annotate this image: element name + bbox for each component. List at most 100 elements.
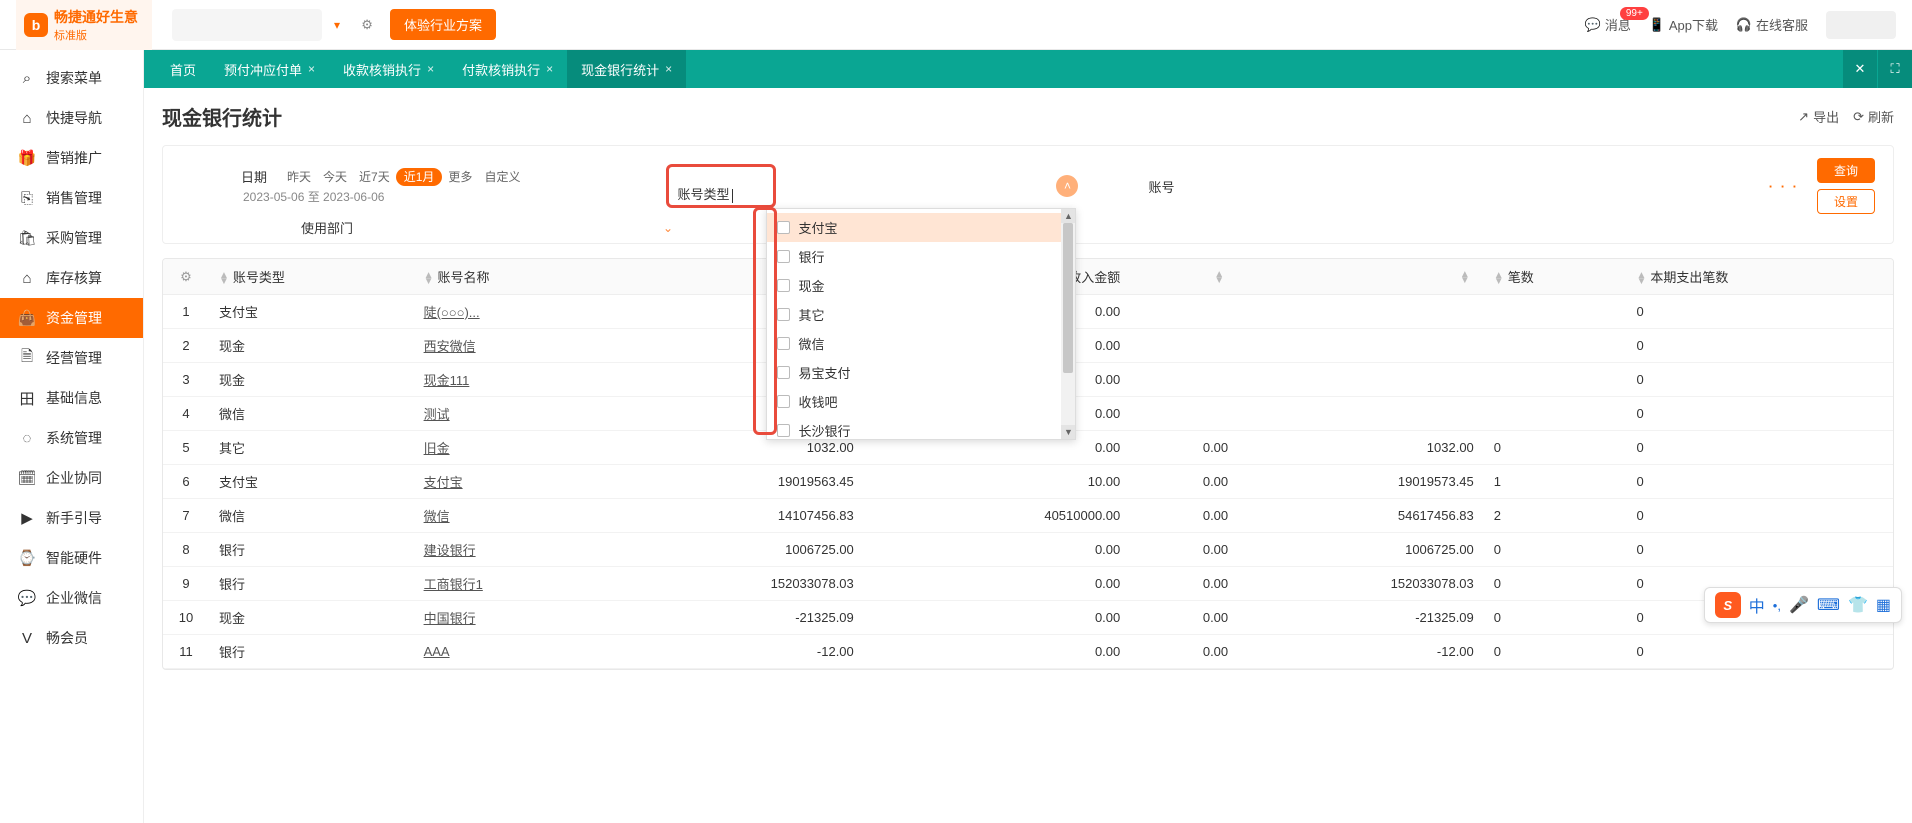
sidebar-item[interactable]: 🛍采购管理 xyxy=(0,218,143,258)
sort-icon[interactable]: ▲▼ xyxy=(1460,272,1470,284)
scroll-thumb[interactable] xyxy=(1063,223,1073,373)
date-chip[interactable]: 更多 xyxy=(442,168,478,186)
checkbox-icon[interactable] xyxy=(777,308,790,321)
cell-account-name[interactable]: 测试 xyxy=(414,397,619,431)
sidebar-item[interactable]: V畅会员 xyxy=(0,618,143,658)
tab[interactable]: 预付冲应付单× xyxy=(210,50,329,88)
dropdown-option[interactable]: 易宝支付 xyxy=(767,358,1061,387)
tab-close-all-button[interactable]: ✕ xyxy=(1843,50,1877,88)
date-chip[interactable]: 近7天 xyxy=(353,168,396,186)
sort-icon[interactable]: ▲▼ xyxy=(219,273,229,285)
sidebar-item[interactable]: 🎁营销推广 xyxy=(0,138,143,178)
checkbox-icon[interactable] xyxy=(777,279,790,292)
checkbox-icon[interactable] xyxy=(777,250,790,263)
app-download-link[interactable]: 📱 App下载 xyxy=(1649,15,1718,34)
cell-account-name[interactable]: 建设银行 xyxy=(414,533,619,567)
checkbox-icon[interactable] xyxy=(777,221,790,234)
cell-account-name[interactable]: 旧金 xyxy=(414,431,619,465)
online-service-link[interactable]: 🎧 在线客服 xyxy=(1736,15,1808,34)
ime-toolbox-icon[interactable]: ▦ xyxy=(1876,595,1891,615)
ime-mic-icon[interactable]: 🎤 xyxy=(1789,595,1809,615)
cell-account-name[interactable]: 支付宝 xyxy=(414,465,619,499)
scroll-up-icon[interactable]: ▲ xyxy=(1061,209,1075,223)
cell-account-name[interactable]: 陡(○○○)... xyxy=(414,295,619,329)
dropdown-option[interactable]: 其它 xyxy=(767,300,1061,329)
sidebar-item[interactable]: ⎘销售管理 xyxy=(0,178,143,218)
refresh-button[interactable]: ⟳ 刷新 xyxy=(1853,107,1894,126)
sidebar-item[interactable]: ⌂库存核算 xyxy=(0,258,143,298)
sidebar-item[interactable]: 👜资金管理 xyxy=(0,298,143,338)
column-header[interactable]: ▲▼账号类型 xyxy=(209,259,414,295)
ime-skin-icon[interactable]: 👕 xyxy=(1848,595,1868,615)
ime-lang-label[interactable]: 中 xyxy=(1749,593,1765,617)
dropdown-option[interactable]: 银行 xyxy=(767,242,1061,271)
export-button[interactable]: ↗ 导出 xyxy=(1798,107,1839,126)
sidebar-item[interactable]: ⌚智能硬件 xyxy=(0,538,143,578)
sort-icon[interactable]: ▲▼ xyxy=(424,273,434,285)
ime-keyboard-icon[interactable]: ⌨ xyxy=(1817,595,1840,615)
date-chip[interactable]: 今天 xyxy=(317,168,353,186)
sort-icon[interactable]: ▲▼ xyxy=(1494,273,1504,285)
dropdown-option[interactable]: 微信 xyxy=(767,329,1061,358)
use-dept-dropdown-icon[interactable]: ⌄ xyxy=(663,221,673,235)
filter-settings-button[interactable]: 设置 xyxy=(1817,189,1875,214)
column-header[interactable]: ▲▼ xyxy=(1238,259,1484,295)
column-header[interactable]: ▲▼ xyxy=(1130,259,1238,295)
sidebar-item[interactable]: 🗓企业协同 xyxy=(0,458,143,498)
date-chip[interactable]: 近1月 xyxy=(396,168,443,186)
sidebar-item[interactable]: 田基础信息 xyxy=(0,378,143,418)
sidebar-item[interactable]: 🗎经营管理 xyxy=(0,338,143,378)
checkbox-icon[interactable] xyxy=(777,337,790,350)
more-filters-button[interactable]: · · · xyxy=(1769,179,1799,194)
header-settings-icon[interactable]: ⚙ xyxy=(352,10,382,40)
tab-close-icon[interactable]: × xyxy=(665,62,672,76)
checkbox-icon[interactable] xyxy=(777,395,790,408)
dropdown-option[interactable]: 现金 xyxy=(767,271,1061,300)
messages-link[interactable]: 💬 消息 99+ xyxy=(1585,15,1631,34)
cell-account-name[interactable]: AAA xyxy=(414,635,619,669)
account-type-filter[interactable]: 账号类型 支付宝银行现金其它微信易宝支付收钱吧长沙银行 ▲ ▼ xyxy=(666,164,776,208)
cell-account-name[interactable]: 现金111 xyxy=(414,363,619,397)
column-header[interactable]: ⚙ xyxy=(163,259,209,295)
cell-account-name[interactable]: 工商银行1 xyxy=(414,567,619,601)
sidebar-item[interactable]: ⌕搜索菜单 xyxy=(0,58,143,98)
sidebar-item[interactable]: 💬企业微信 xyxy=(0,578,143,618)
dropdown-option[interactable]: 支付宝 xyxy=(767,213,1061,242)
dropdown-option[interactable]: 长沙银行 xyxy=(767,416,1061,439)
ime-punct-icon[interactable]: •, xyxy=(1773,598,1781,613)
tab[interactable]: 收款核销执行× xyxy=(329,50,448,88)
tab[interactable]: 付款核销执行× xyxy=(448,50,567,88)
tab-close-icon[interactable]: × xyxy=(546,62,553,76)
tab-close-icon[interactable]: × xyxy=(427,62,434,76)
checkbox-icon[interactable] xyxy=(777,424,790,437)
column-header[interactable]: ▲▼本期支出笔数 xyxy=(1626,259,1893,295)
cell-account-name[interactable]: 微信 xyxy=(414,499,619,533)
sort-icon[interactable]: ▲▼ xyxy=(1214,272,1224,284)
cell-account-name[interactable]: 西安微信 xyxy=(414,329,619,363)
cell-account-name[interactable]: 中国银行 xyxy=(414,601,619,635)
collapse-filters-icon[interactable]: ˄ xyxy=(1056,175,1078,197)
tab-close-icon[interactable]: × xyxy=(308,62,315,76)
checkbox-icon[interactable] xyxy=(777,366,790,379)
org-dropdown-caret-icon[interactable]: ▾ xyxy=(334,18,340,32)
sidebar-item[interactable]: ⌂快捷导航 xyxy=(0,98,143,138)
sidebar-item[interactable]: ◌系统管理 xyxy=(0,418,143,458)
tab[interactable]: 首页 xyxy=(156,50,210,88)
date-chip[interactable]: 自定义 xyxy=(478,168,526,186)
tab-fullscreen-button[interactable]: ⛶ xyxy=(1878,50,1912,88)
column-header[interactable]: ▲▼账号名称 xyxy=(414,259,619,295)
dropdown-option[interactable]: 收钱吧 xyxy=(767,387,1061,416)
date-chip[interactable]: 昨天 xyxy=(281,168,317,186)
dropdown-scrollbar[interactable]: ▲ ▼ xyxy=(1061,209,1075,439)
scroll-down-icon[interactable]: ▼ xyxy=(1061,425,1075,439)
ime-toolbar[interactable]: S 中 •, 🎤 ⌨ 👕 ▦ xyxy=(1704,587,1902,623)
table-settings-icon[interactable]: ⚙ xyxy=(180,269,192,284)
sidebar-item[interactable]: ▶新手引导 xyxy=(0,498,143,538)
org-selector[interactable] xyxy=(172,9,322,41)
tab[interactable]: 现金银行统计× xyxy=(567,50,686,88)
industry-plan-button[interactable]: 体验行业方案 xyxy=(390,9,496,40)
column-header[interactable]: ▲▼笔数 xyxy=(1484,259,1627,295)
user-avatar[interactable] xyxy=(1826,11,1896,39)
sort-icon[interactable]: ▲▼ xyxy=(1636,273,1646,285)
query-button[interactable]: 查询 xyxy=(1817,158,1875,183)
